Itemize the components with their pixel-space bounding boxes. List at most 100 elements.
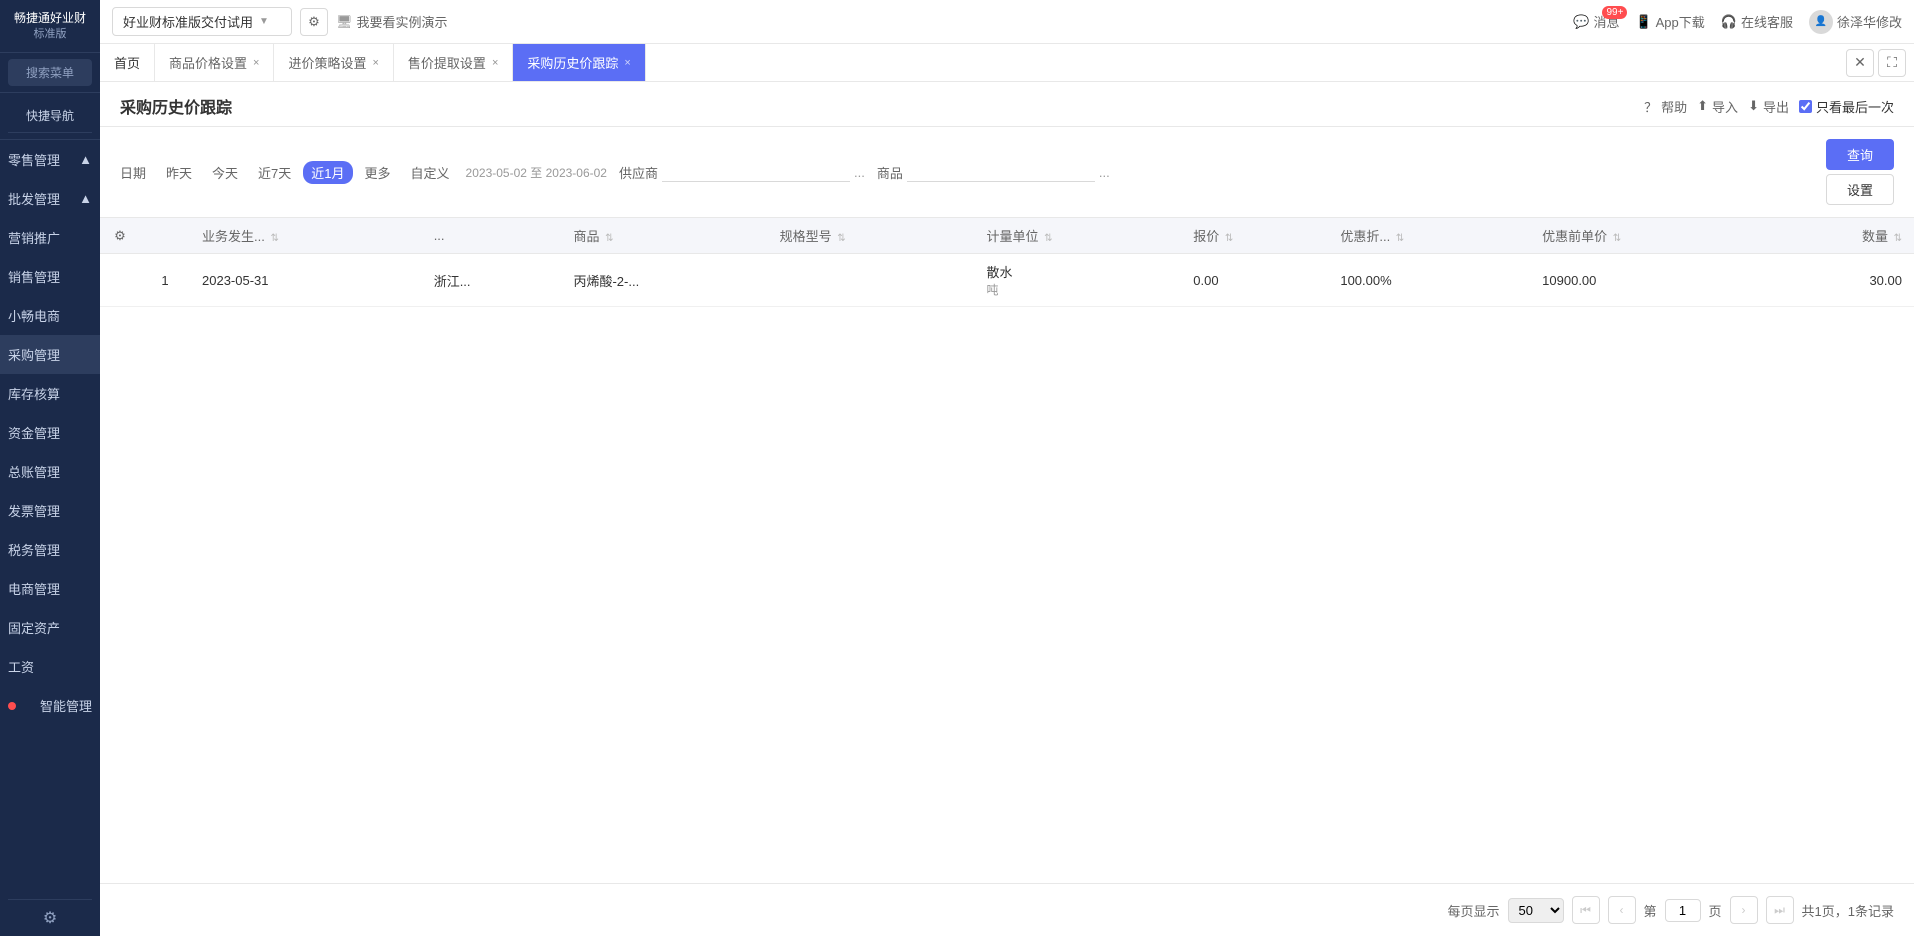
date-custom-button[interactable]: 自定义 — [403, 161, 458, 184]
sort-icon: ⇅ — [270, 233, 278, 244]
date-7days-button[interactable]: 近7天 — [250, 161, 299, 184]
col-unit-header[interactable]: 计量单位 ⇅ — [974, 218, 1181, 254]
col-discount-header[interactable]: 优惠折... ⇅ — [1328, 218, 1530, 254]
sidebar-item-ledger[interactable]: 总账管理 — [0, 452, 100, 491]
col-price-header[interactable]: 报价 ⇅ — [1181, 218, 1328, 254]
red-dot-icon — [8, 702, 16, 710]
col-quantity-header[interactable]: 数量 ⇅ — [1767, 218, 1914, 254]
export-button[interactable]: ⬇ 导出 — [1748, 97, 1789, 116]
col-goods-header[interactable]: 商品 ⇅ — [561, 218, 767, 254]
settings-icon[interactable]: ⚙ — [43, 910, 57, 927]
supplier-input[interactable] — [662, 162, 850, 182]
tab-home[interactable]: 首页 — [100, 44, 155, 82]
date-today-button[interactable]: 今天 — [204, 161, 246, 184]
help-button[interactable]: ？ 帮助 — [1644, 97, 1687, 116]
topbar: 好业财标准版交付试用 ▼ ⚙ 🖥 我要看实例演示 💬 消息 99+ 📱 App下… — [100, 0, 1914, 44]
export-icon: ⬇ — [1748, 98, 1759, 114]
tab-purchase-price-close[interactable]: × — [372, 57, 378, 69]
tab-sale-price-label: 售价提取设置 — [408, 53, 486, 72]
sort-icon5: ⇅ — [1044, 233, 1052, 244]
sidebar-item-purchase[interactable]: 采购管理 — [0, 335, 100, 374]
import-button[interactable]: ⬆ 导入 — [1697, 97, 1738, 116]
tab-purchase-price[interactable]: 进价策略设置 × — [274, 44, 393, 82]
query-button[interactable]: 查询 — [1826, 139, 1894, 170]
filter-area: 日期 昨天 今天 近7天 近1月 更多 自定义 2023-05-02 至 202… — [100, 127, 1914, 218]
pagination-first-button[interactable]: ⏮ — [1572, 896, 1600, 924]
tabs-bar: 首页 商品价格设置 × 进价策略设置 × 售价提取设置 × 采购历史价跟踪 × … — [100, 44, 1914, 82]
date-yesterday-button[interactable]: 昨天 — [158, 161, 200, 184]
online-service-button[interactable]: 🎧 在线客服 — [1721, 12, 1793, 31]
col-pre-discount-header[interactable]: 优惠前单价 ⇅ — [1530, 218, 1767, 254]
chevron-down-icon: ▼ — [259, 16, 269, 27]
row-supplier-cell: 浙江... — [422, 254, 562, 307]
sidebar-item-ecommerce[interactable]: 电商管理 — [0, 569, 100, 608]
pagination-page-input[interactable] — [1665, 899, 1701, 922]
pagination-total-info: 共1页，1条记录 — [1802, 901, 1894, 920]
only-last-checkbox[interactable] — [1799, 100, 1812, 113]
pagination-last-button[interactable]: ⏭ — [1766, 896, 1794, 924]
topbar-settings-button[interactable]: ⚙ — [300, 8, 328, 36]
only-last-checkbox-group: 只看最后一次 — [1799, 97, 1894, 116]
sidebar-item-wholesale[interactable]: 批发管理 ▲ — [0, 179, 100, 218]
data-table: ⚙ 业务发生... ⇅ ... 商品 ⇅ 规格型号 — [100, 218, 1914, 307]
row-quantity-cell: 30.00 — [1767, 254, 1914, 307]
sidebar-item-inventory[interactable]: 库存核算 — [0, 374, 100, 413]
sidebar-item-marketing[interactable]: 营销推广 — [0, 218, 100, 257]
sidebar-item-intelligent[interactable]: 智能管理 — [0, 686, 100, 725]
page-header: 采购历史价跟踪 ？ 帮助 ⬆ 导入 ⬇ 导出 只看最后一次 — [100, 82, 1914, 127]
sort-icon8: ⇅ — [1613, 233, 1621, 244]
sidebar-item-assets[interactable]: 固定资产 — [0, 608, 100, 647]
date-filter-label: 日期 — [120, 163, 146, 182]
goods-input[interactable] — [907, 162, 1095, 182]
sidebar-item-sales[interactable]: 销售管理 — [0, 257, 100, 296]
tab-goods-price-close[interactable]: × — [253, 57, 259, 69]
date-options: 昨天 今天 近7天 近1月 更多 自定义 2023-05-02 至 2023-0… — [158, 161, 607, 184]
filter-settings-button[interactable]: 设置 — [1826, 174, 1894, 205]
row-spec-cell — [768, 254, 975, 307]
sidebar-item-invoice[interactable]: 发票管理 — [0, 491, 100, 530]
user-menu-button[interactable]: 👤 徐泽华修改 — [1809, 10, 1902, 34]
row-goods-cell: 丙烯酸-2-... — [561, 254, 767, 307]
search-menu-button[interactable]: 搜索菜单 — [8, 59, 92, 86]
sidebar-item-retail[interactable]: 零售管理 ▲ — [0, 140, 100, 179]
tab-purchase-history-close[interactable]: × — [624, 57, 630, 69]
col-extra-header[interactable]: ... — [422, 218, 562, 254]
tab-sale-price[interactable]: 售价提取设置 × — [394, 44, 513, 82]
tab-sale-price-close[interactable]: × — [492, 57, 498, 69]
app-download-button[interactable]: 📱 App下载 — [1635, 12, 1704, 31]
tab-goods-price[interactable]: 商品价格设置 × — [155, 44, 274, 82]
message-button[interactable]: 💬 消息 99+ — [1573, 12, 1619, 31]
tabs-actions: ✕ ⛶ — [1846, 49, 1914, 77]
tab-close-window-button[interactable]: ✕ — [1846, 49, 1874, 77]
pagination-page-label: 第 — [1644, 901, 1657, 920]
sidebar-item-ecommerce-small[interactable]: 小畅电商 — [0, 296, 100, 335]
col-index-header — [140, 218, 190, 254]
logo-text: 畅捷通好业财 标准版 — [8, 10, 92, 42]
date-1month-button[interactable]: 近1月 — [303, 161, 352, 184]
pagination-next-button[interactable]: › — [1730, 896, 1758, 924]
supplier-filter: 供应商 ... — [619, 162, 865, 182]
page-title: 采购历史价跟踪 — [120, 94, 232, 118]
tab-purchase-history[interactable]: 采购历史价跟踪 × — [513, 44, 645, 82]
message-icon: 💬 — [1573, 14, 1589, 30]
sidebar-item-salary[interactable]: 工资 — [0, 647, 100, 686]
sidebar-item-tax[interactable]: 税务管理 — [0, 530, 100, 569]
only-last-label[interactable]: 只看最后一次 — [1816, 97, 1894, 116]
tab-maximize-button[interactable]: ⛶ — [1878, 49, 1906, 77]
version-selector[interactable]: 好业财标准版交付试用 ▼ — [112, 7, 292, 36]
per-page-label: 每页显示 — [1447, 901, 1499, 920]
demo-button[interactable]: 🖥 我要看实例演示 — [336, 12, 448, 31]
tab-goods-price-label: 商品价格设置 — [169, 53, 247, 72]
pagination-prev-button[interactable]: ‹ — [1608, 896, 1636, 924]
supplier-label: 供应商 — [619, 163, 658, 182]
sidebar-item-finance[interactable]: 资金管理 — [0, 413, 100, 452]
date-more-button[interactable]: 更多 — [357, 161, 399, 184]
quick-nav-button[interactable]: 快捷导航 — [8, 99, 92, 133]
per-page-select[interactable]: 50 10 20 100 — [1508, 898, 1564, 923]
col-date-header[interactable]: 业务发生... ⇅ — [190, 218, 422, 254]
column-settings-icon[interactable]: ⚙ — [114, 228, 126, 243]
tab-home-label: 首页 — [114, 53, 140, 72]
col-spec-header[interactable]: 规格型号 ⇅ — [768, 218, 975, 254]
goods-more-button[interactable]: ... — [1099, 165, 1110, 180]
supplier-more-button[interactable]: ... — [854, 165, 865, 180]
